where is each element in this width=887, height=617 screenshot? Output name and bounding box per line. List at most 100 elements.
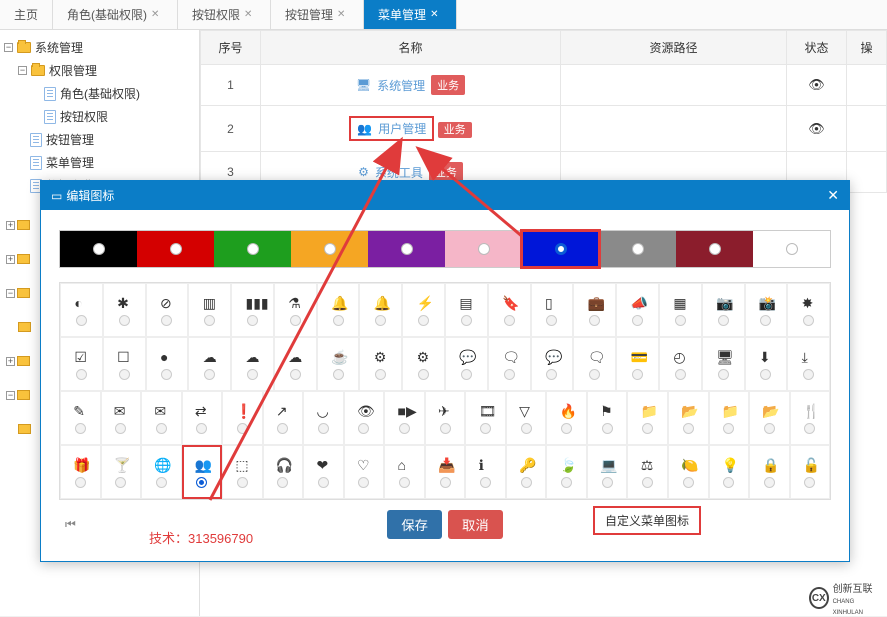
tree-node-roles[interactable]: 角色(基础权限) <box>60 85 140 102</box>
close-icon[interactable]: ✕ <box>244 9 256 21</box>
icon-option-camera[interactable]: 📷 <box>702 283 745 337</box>
icon-option-exclamation-sign[interactable]: ❗ <box>222 391 263 445</box>
icon-option-book[interactable]: ▤ <box>445 283 488 337</box>
icon-option-globe[interactable]: 🌐 <box>141 445 182 499</box>
icon-option-ban[interactable]: ⊘ <box>146 283 189 337</box>
close-icon[interactable]: ✕ <box>430 9 442 21</box>
icon-option-folder-open-alt[interactable]: 📂 <box>749 391 790 445</box>
tab-roles[interactable]: 角色(基础权限)✕ <box>53 0 178 29</box>
icon-option-credit-card[interactable]: 💳 <box>616 337 659 391</box>
icon-option-dashboard[interactable]: ◴ <box>659 337 702 391</box>
icon-option-info-sign[interactable]: ℹ <box>465 445 506 499</box>
save-button[interactable]: 保存 <box>387 510 442 539</box>
icon-option-cogs[interactable]: ⚙ <box>402 337 445 391</box>
icon-option-folder-close[interactable]: 📁 <box>627 391 668 445</box>
icon-option-food[interactable]: 🍴 <box>790 391 831 445</box>
icon-option-lock[interactable]: 🔒 <box>749 445 790 499</box>
icon-option-leaf[interactable]: 🍃 <box>546 445 587 499</box>
icon-option-bolt[interactable]: ⚡ <box>402 283 445 337</box>
pager-start-icon[interactable]: ⏮ <box>65 517 76 532</box>
tree-node-button-perm[interactable]: 按钮权限 <box>60 108 108 125</box>
tab-home[interactable]: 主页 <box>0 0 53 29</box>
icon-option-comment-alt[interactable]: 🗨 <box>488 337 531 391</box>
icon-option-heart[interactable]: ❤ <box>303 445 344 499</box>
cancel-button[interactable]: 取消 <box>448 510 503 539</box>
icon-option-certificate[interactable]: ✸ <box>787 283 830 337</box>
icon-option-gift[interactable]: 🎁 <box>60 445 101 499</box>
icon-option-heart-empty[interactable]: ♡ <box>344 445 385 499</box>
eye-icon[interactable]: 👁 <box>808 121 825 136</box>
icon-option-inbox[interactable]: 📥 <box>425 445 466 499</box>
icon-option-envelope-alt[interactable]: ✉ <box>141 391 182 445</box>
icon-option-legal[interactable]: ⚖ <box>627 445 668 499</box>
icon-option-headphones[interactable]: 🎧 <box>263 445 304 499</box>
icon-option-bell-alt[interactable]: 🔔 <box>359 283 402 337</box>
icon-option-film[interactable]: 🎞 <box>465 391 506 445</box>
tab-button-mgmt[interactable]: 按钮管理✕ <box>271 0 364 29</box>
icon-option-calendar[interactable]: ▦ <box>659 283 702 337</box>
tree-node-menu-mgmt[interactable]: 菜单管理 <box>46 154 94 171</box>
icon-option-lightbulb[interactable]: 💡 <box>709 445 750 499</box>
icon-option-eye-close[interactable]: ◡ <box>303 391 344 445</box>
icon-option-home[interactable]: ⌂ <box>384 445 425 499</box>
icon-option-glass[interactable]: 🍸 <box>101 445 142 499</box>
icon-option-key[interactable]: 🔑 <box>506 445 547 499</box>
icon-option-asterisk[interactable]: ✱ <box>103 283 146 337</box>
icon-option-camera-retro[interactable]: 📸 <box>745 283 788 337</box>
eye-icon[interactable]: 👁 <box>808 77 825 92</box>
icon-option-cog[interactable]: ⚙ <box>359 337 402 391</box>
icon-option-bar-chart[interactable]: ▥ <box>188 283 231 337</box>
icon-option-beaker[interactable]: ⚗ <box>274 283 317 337</box>
icon-option-circle[interactable]: ● <box>146 337 189 391</box>
icon-option-filter[interactable]: ▽ <box>506 391 547 445</box>
color-swatch[interactable] <box>60 231 137 267</box>
color-swatch[interactable] <box>137 231 214 267</box>
icon-option-coffee[interactable]: ☕ <box>317 337 360 391</box>
close-icon[interactable]: ✕ <box>827 187 839 204</box>
color-swatch[interactable] <box>445 231 522 267</box>
icon-option-comments[interactable]: 💬 <box>531 337 574 391</box>
icon-option-check[interactable]: ☑ <box>60 337 103 391</box>
tab-button-perm[interactable]: 按钮权限✕ <box>178 0 271 29</box>
icon-option-cloud[interactable]: ☁ <box>188 337 231 391</box>
icon-option-fighter-jet[interactable]: ✈ <box>425 391 466 445</box>
icon-option-flag[interactable]: ⚑ <box>587 391 628 445</box>
icon-option-download-alt[interactable]: ⬇ <box>745 337 788 391</box>
tree-node-system[interactable]: 系统管理 <box>35 39 83 56</box>
icon-option-unlock[interactable]: 🔓 <box>790 445 831 499</box>
icon-option-cloud-download[interactable]: ☁ <box>231 337 274 391</box>
icon-option-check-empty[interactable]: ☐ <box>103 337 146 391</box>
table-row[interactable]: 1 🖥系统管理业务 👁 <box>201 65 887 106</box>
color-swatch[interactable] <box>291 231 368 267</box>
icon-option-folder-close-alt[interactable]: 📁 <box>709 391 750 445</box>
close-icon[interactable]: ✕ <box>151 9 163 21</box>
color-swatch[interactable] <box>599 231 676 267</box>
color-swatch[interactable] <box>368 231 445 267</box>
icon-option-external-link[interactable]: ↗ <box>263 391 304 445</box>
icon-option-download[interactable]: ⤓ <box>787 337 830 391</box>
table-row[interactable]: 2 👥用户管理 业务 👁 <box>201 106 887 152</box>
color-swatch[interactable] <box>214 231 291 267</box>
color-swatch[interactable] <box>753 231 830 267</box>
tree-collapse-icon[interactable]: − <box>4 43 13 52</box>
icon-option-eye-open[interactable]: 👁 <box>344 391 385 445</box>
tree-node-button-mgmt[interactable]: 按钮管理 <box>46 131 94 148</box>
tab-menu-mgmt[interactable]: 菜单管理✕ <box>364 0 457 29</box>
icon-option-bell[interactable]: 🔔 <box>317 283 360 337</box>
icon-option-fire[interactable]: 🔥 <box>546 391 587 445</box>
icon-option-envelope[interactable]: ✉ <box>101 391 142 445</box>
icon-option-comments-alt[interactable]: 🗨 <box>573 337 616 391</box>
icon-option-adjust[interactable]: ◐ <box>60 283 103 337</box>
icon-option-barcode[interactable]: ▮▮▮ <box>231 283 274 337</box>
icon-option-group[interactable]: 👥 <box>182 445 223 499</box>
icon-option-bookmark-empty[interactable]: ▯ <box>531 283 574 337</box>
color-swatch[interactable] <box>676 231 753 267</box>
icon-option-desktop[interactable]: 🖥 <box>702 337 745 391</box>
icon-option-bookmark[interactable]: 🔖 <box>488 283 531 337</box>
icon-option-edit[interactable]: ✎ <box>60 391 101 445</box>
icon-option-bullhorn[interactable]: 📣 <box>616 283 659 337</box>
icon-option-folder-open[interactable]: 📂 <box>668 391 709 445</box>
icon-option-cloud-upload[interactable]: ☁ <box>274 337 317 391</box>
icon-option-briefcase[interactable]: 💼 <box>573 283 616 337</box>
icon-option-exchange[interactable]: ⇄ <box>182 391 223 445</box>
